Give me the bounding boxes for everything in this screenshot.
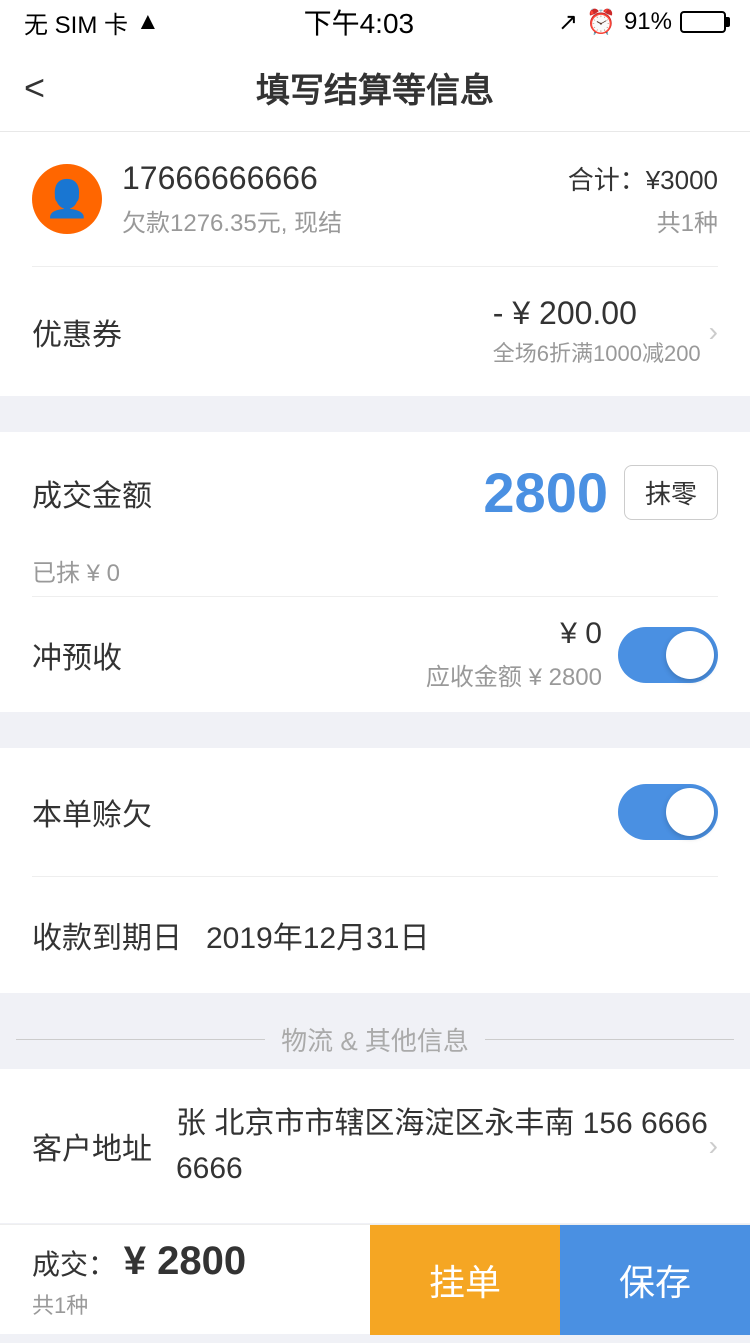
- customer-row: 👤 17666666666 欠款1276.35元, 现结 合计：¥3000 共1…: [32, 132, 718, 266]
- address-row[interactable]: 客户地址 张 北京市市辖区海淀区永丰南 156 6666 6666 ›: [32, 1069, 718, 1223]
- time-label: 下午4:03: [304, 2, 415, 42]
- section-gap-2: [0, 712, 750, 732]
- debt-toggle[interactable]: [618, 784, 718, 840]
- coupon-right: - ¥ 200.00 全场6折满1000减200 ›: [493, 295, 718, 368]
- bottom-summary: 成交： ¥ 2800 共1种: [0, 1239, 370, 1320]
- amount-value-wrap: 2800 抹零: [483, 460, 718, 525]
- amount-sub: 已抹 ¥ 0: [32, 553, 718, 596]
- debt-label: 本单赊欠: [32, 790, 618, 834]
- erase-button[interactable]: 抹零: [624, 465, 718, 520]
- status-left: 无 SIM 卡 ▲: [24, 5, 160, 40]
- carrier-label: 无 SIM 卡: [24, 5, 128, 40]
- avatar: 👤: [32, 164, 102, 234]
- amount-value: 2800: [483, 460, 608, 525]
- duedate-label: 收款到期日: [32, 913, 182, 957]
- customer-sub: 欠款1276.35元, 现结: [122, 203, 568, 238]
- logistics-line-right: [485, 1039, 734, 1040]
- duedate-value: 2019年12月31日: [206, 913, 429, 957]
- hang-button[interactable]: 挂单: [370, 1225, 560, 1335]
- total-count: 共1种: [568, 203, 718, 238]
- coupon-label: 优惠券: [32, 310, 493, 354]
- coupon-desc: 全场6折满1000减200: [493, 336, 701, 368]
- battery-icon: [680, 11, 726, 33]
- prepay-toggle[interactable]: [618, 627, 718, 683]
- total-label: 合计：¥3000: [568, 160, 718, 197]
- debt-row: 本单赊欠: [32, 748, 718, 876]
- address-value: 张 北京市市辖区海淀区永丰南 156 6666 6666: [176, 1101, 709, 1191]
- alarm-icon: ⏰: [586, 8, 616, 37]
- logistics-divider: 物流 & 其他信息: [0, 1009, 750, 1069]
- amount-section: 成交金额 2800 抹零 已抹 ¥ 0 冲预收 ¥ 0 应收金额 ¥ 2800: [0, 432, 750, 712]
- page-title: 填写结算等信息: [256, 63, 494, 112]
- coupon-amount: - ¥ 200.00: [493, 295, 701, 332]
- prepay-right: ¥ 0 应收金额 ¥ 2800: [426, 617, 602, 692]
- prepay-amount: ¥ 0: [560, 617, 602, 651]
- debt-section: 本单赊欠 收款到期日 2019年12月31日: [0, 748, 750, 993]
- amount-row: 成交金额 2800 抹零: [32, 432, 718, 553]
- avatar-icon: 👤: [45, 178, 90, 220]
- bottom-deal-label: 成交：: [32, 1249, 116, 1280]
- status-bar: 无 SIM 卡 ▲ 下午4:03 ↗ ⏰ 91%: [0, 0, 750, 44]
- prepay-receivable: 应收金额 ¥ 2800: [426, 657, 602, 692]
- customer-total: 合计：¥3000 共1种: [568, 160, 718, 238]
- coupon-row[interactable]: 优惠券 - ¥ 200.00 全场6折满1000减200 ›: [32, 267, 718, 396]
- debt-toggle-knob: [666, 788, 714, 836]
- customer-phone: 17666666666: [122, 160, 568, 197]
- location-icon: ↗: [558, 8, 578, 37]
- customer-info: 17666666666 欠款1276.35元, 现结: [122, 160, 568, 238]
- main-content: 👤 17666666666 欠款1276.35元, 现结 合计：¥3000 共1…: [0, 132, 750, 1343]
- bottom-amount: ¥ 2800: [124, 1239, 246, 1283]
- toggle-knob: [666, 631, 714, 679]
- customer-card: 👤 17666666666 欠款1276.35元, 现结 合计：¥3000 共1…: [0, 132, 750, 396]
- back-button[interactable]: <: [24, 67, 45, 109]
- battery-percent: 91%: [624, 8, 672, 36]
- save-button[interactable]: 保存: [560, 1225, 750, 1335]
- status-right: ↗ ⏰ 91%: [558, 8, 726, 37]
- bottom-deal-row: 成交： ¥ 2800: [32, 1239, 338, 1284]
- amount-label: 成交金额: [32, 471, 483, 515]
- wifi-icon: ▲: [136, 8, 160, 36]
- address-key: 客户地址: [32, 1124, 152, 1168]
- section-gap-1: [0, 412, 750, 432]
- duedate-row: 收款到期日 2019年12月31日: [32, 877, 718, 993]
- address-chevron-icon: ›: [709, 1130, 718, 1162]
- prepay-row: 冲预收 ¥ 0 应收金额 ¥ 2800: [32, 597, 718, 712]
- chevron-right-icon: ›: [709, 316, 718, 348]
- header: < 填写结算等信息: [0, 44, 750, 132]
- prepay-label: 冲预收: [32, 633, 426, 677]
- logistics-line-left: [16, 1039, 265, 1040]
- bottom-count: 共1种: [32, 1288, 338, 1320]
- bottom-bar: 成交： ¥ 2800 共1种 挂单 保存: [0, 1224, 750, 1334]
- logistics-label: 物流 & 其他信息: [281, 1021, 469, 1058]
- address-section: 客户地址 张 北京市市辖区海淀区永丰南 156 6666 6666 ›: [0, 1069, 750, 1223]
